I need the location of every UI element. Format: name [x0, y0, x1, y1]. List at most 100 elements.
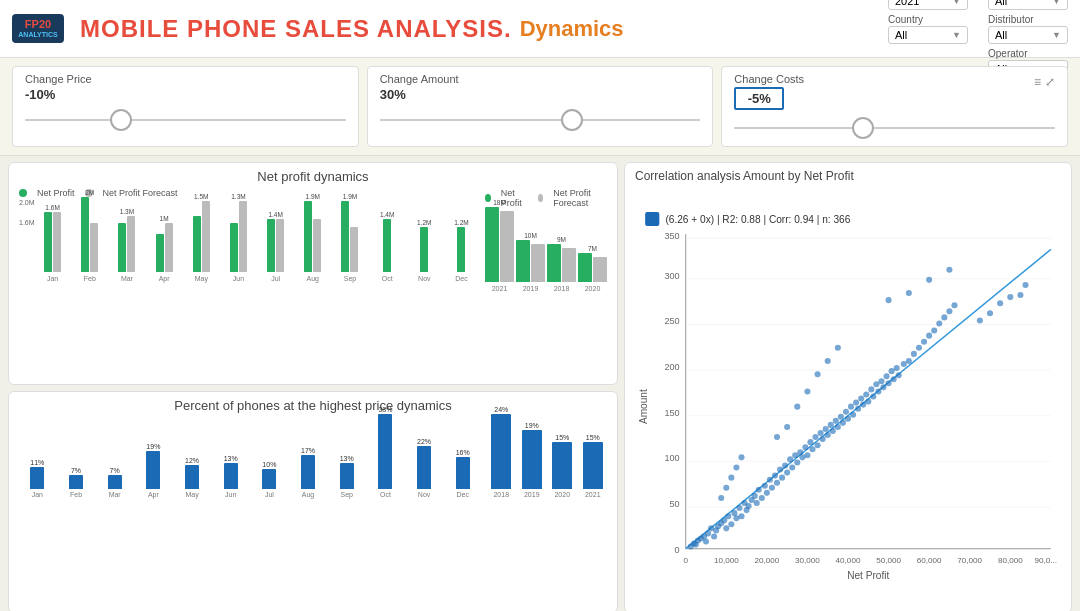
bar-group: 1.2MDec	[444, 219, 479, 282]
correlation-panel: Correlation analysis Amount by Net Profi…	[624, 162, 1072, 611]
svg-point-51	[738, 513, 744, 519]
svg-point-118	[921, 339, 927, 345]
bar-group: 2MFeb	[72, 189, 107, 282]
svg-rect-0	[645, 212, 659, 226]
chevron-down-icon: ▼	[1052, 0, 1061, 6]
svg-point-132	[946, 267, 952, 273]
distributor-label: Distributor	[988, 14, 1068, 25]
svg-point-119	[926, 333, 932, 339]
slider-thumb[interactable]	[852, 117, 874, 139]
net-profit-title: Net profit dynamics	[19, 169, 607, 184]
svg-point-99	[860, 402, 866, 408]
svg-point-73	[794, 459, 800, 465]
svg-point-133	[886, 297, 892, 303]
svg-point-136	[723, 485, 729, 491]
svg-text:Net Profit: Net Profit	[847, 570, 889, 581]
svg-point-104	[873, 381, 879, 387]
svg-point-47	[728, 521, 734, 527]
pct-bar-group: 38%Oct	[367, 406, 404, 498]
svg-text:0: 0	[675, 545, 680, 555]
svg-text:Amount: Amount	[638, 389, 649, 424]
scatter-plot: (6.26 + 0x) | R2: 0.88 | Corr: 0.94 | n:…	[635, 187, 1061, 606]
pct-bar-group: 24%2018	[487, 406, 516, 498]
svg-point-125	[1017, 292, 1023, 298]
svg-point-59	[759, 495, 765, 501]
slider-thumb[interactable]	[110, 109, 132, 131]
forecast-legend-label: Net Profit Forecast	[103, 188, 178, 198]
svg-text:10,000: 10,000	[714, 556, 739, 565]
pct-bar-group: 16%Dec	[444, 449, 481, 498]
year-select[interactable]: 2021 ▼	[888, 0, 968, 10]
change-amount-slider[interactable]	[380, 110, 701, 130]
pct-bar-group: 7%Mar	[96, 467, 133, 498]
change-price-panel: Change Price -10%	[12, 66, 359, 147]
svg-point-58	[756, 487, 762, 493]
svg-point-38	[703, 539, 709, 545]
expand-icon[interactable]: ⤢	[1045, 75, 1055, 89]
forecast-dot	[538, 194, 544, 202]
sliders-area: Change Price -10% Change Amount 30% Chan…	[0, 58, 1080, 156]
svg-point-40	[711, 533, 717, 539]
svg-point-62	[767, 477, 773, 483]
svg-point-121	[936, 320, 942, 326]
svg-point-124	[951, 302, 957, 308]
svg-point-96	[853, 400, 859, 406]
change-amount-label: Change Amount	[380, 73, 701, 85]
svg-point-100	[863, 391, 869, 397]
svg-point-137	[728, 475, 734, 481]
pct-phones-title: Percent of phones at the highest price d…	[19, 398, 607, 413]
svg-point-126	[1022, 282, 1028, 288]
header: FP20 ANALYTICS MOBILE PHONE SALES ANALYS…	[0, 0, 1080, 58]
brand-select[interactable]: All ▼	[988, 0, 1068, 10]
country-value: All	[895, 29, 907, 41]
logo-subtext: ANALYTICS	[18, 31, 58, 39]
bar-group: 18M2021	[485, 199, 514, 292]
svg-point-72	[792, 452, 798, 458]
svg-point-83	[820, 436, 826, 442]
svg-point-63	[769, 485, 775, 491]
svg-text:20,000: 20,000	[754, 556, 779, 565]
svg-point-140	[774, 434, 780, 440]
change-amount-value: 30%	[380, 87, 701, 102]
svg-point-70	[787, 456, 793, 462]
svg-point-97	[855, 406, 861, 412]
svg-point-45	[723, 525, 729, 531]
country-label: Country	[888, 14, 968, 25]
svg-point-107	[880, 384, 886, 390]
country-select[interactable]: All ▼	[888, 26, 968, 44]
svg-point-138	[733, 464, 739, 470]
brand-filter: Brand All ▼	[988, 0, 1068, 10]
svg-point-85	[825, 432, 831, 438]
chevron-down-icon: ▼	[1052, 30, 1061, 40]
correlation-chart: (6.26 + 0x) | R2: 0.88 | Corr: 0.94 | n:…	[635, 187, 1061, 606]
net-profit-section: Net profit dynamics Net Profit Net Profi…	[8, 162, 618, 385]
distributor-select[interactable]: All ▼	[988, 26, 1068, 44]
operator-label: Operator	[988, 48, 1068, 59]
change-price-slider[interactable]	[25, 110, 346, 130]
svg-point-123	[946, 308, 952, 314]
svg-point-34	[693, 542, 699, 548]
svg-text:50,000: 50,000	[876, 556, 901, 565]
svg-point-110	[889, 368, 895, 374]
filter-icon[interactable]: ≡	[1034, 75, 1041, 89]
pct-bar-group: 15%2021	[579, 434, 608, 498]
svg-text:350: 350	[664, 231, 679, 241]
bar-group: 1MApr	[147, 215, 182, 282]
change-costs-slider[interactable]	[734, 118, 1055, 138]
svg-point-108	[884, 373, 890, 379]
net-profit-legend-label: Net Profit	[37, 188, 75, 198]
bar-group: 1.3MJun	[221, 193, 256, 282]
slider-thumb[interactable]	[561, 109, 583, 131]
svg-text:300: 300	[664, 271, 679, 281]
year-value: 2021	[895, 0, 919, 7]
bar-group: 1.2MNov	[407, 219, 442, 282]
pct-bar-group: 12%May	[174, 457, 211, 498]
svg-point-115	[906, 358, 912, 364]
svg-point-130	[1007, 294, 1013, 300]
bar-group: 1.3MMar	[109, 208, 144, 282]
svg-point-71	[789, 464, 795, 470]
svg-point-57	[754, 500, 760, 506]
pct-bar-group: 13%Sep	[328, 455, 365, 498]
change-costs-value: -5%	[734, 87, 784, 110]
svg-point-86	[828, 422, 834, 428]
